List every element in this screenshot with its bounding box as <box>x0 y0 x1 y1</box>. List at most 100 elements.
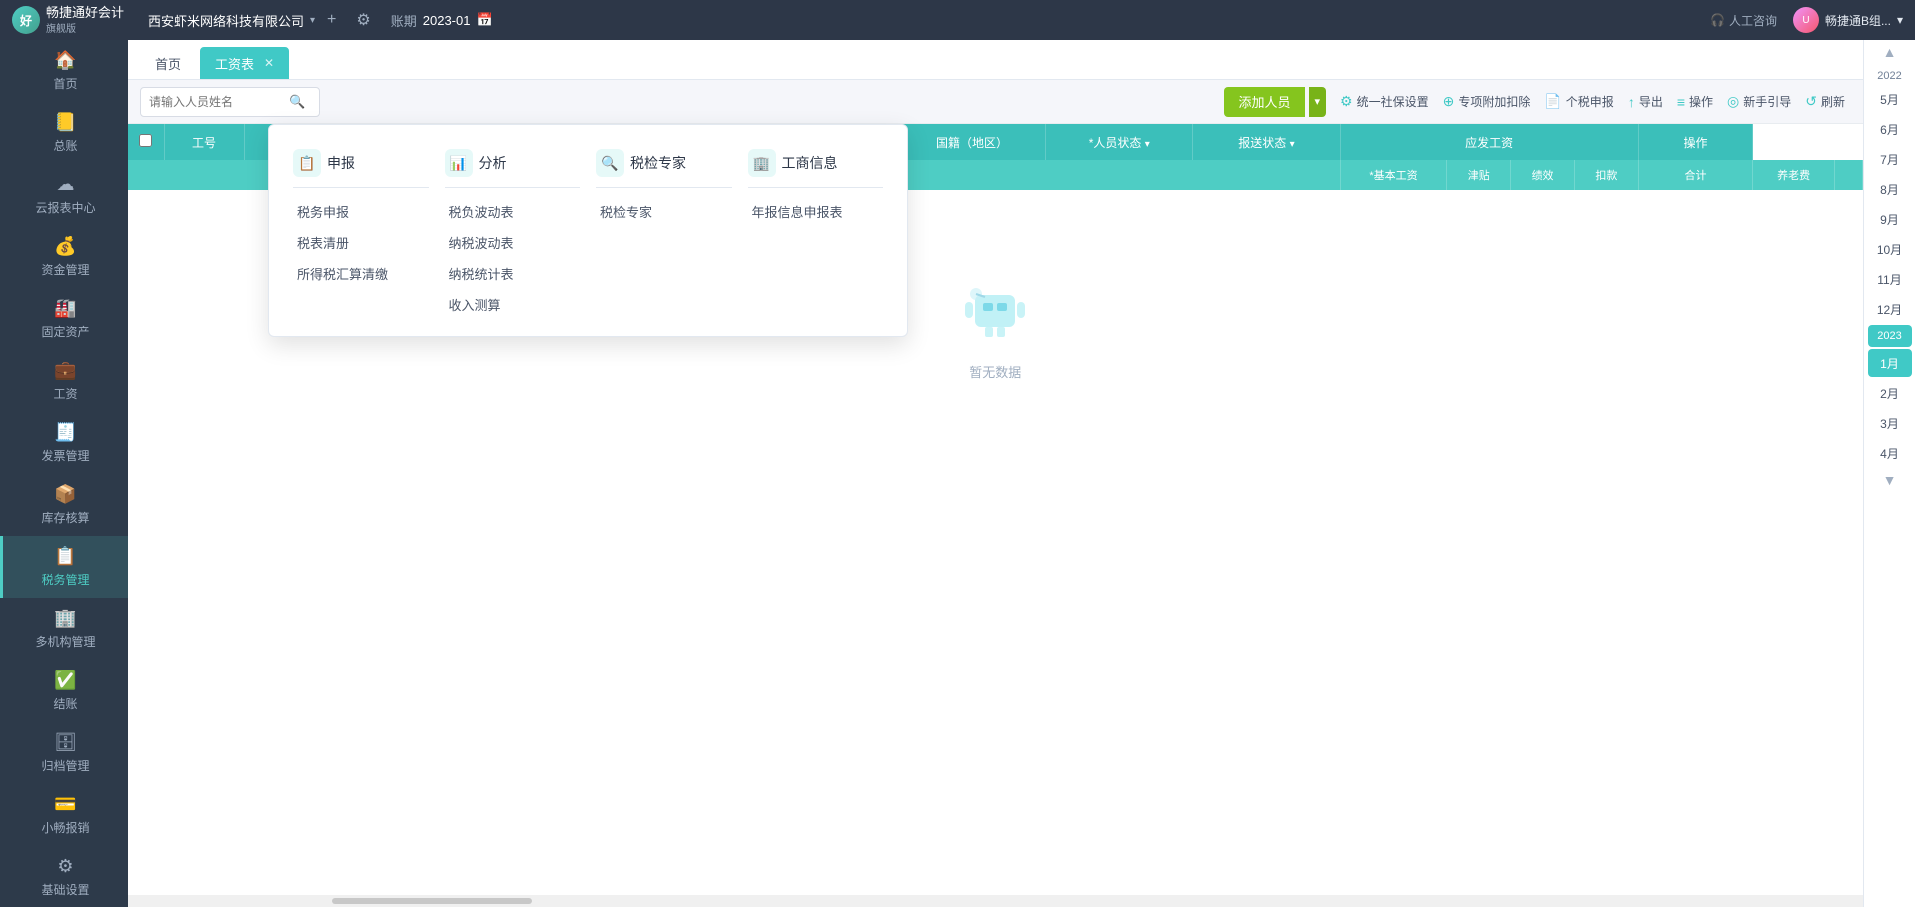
right-panel-month-2023-1[interactable]: 1月 <box>1868 349 1912 377</box>
dropdown-item-tax-form[interactable]: 税表清册 <box>293 227 429 258</box>
right-panel-prev[interactable]: ▲ <box>1868 40 1912 64</box>
right-panel-month-2023-3[interactable]: 3月 <box>1868 409 1912 437</box>
sidebar-item-cloud[interactable]: ☁云报表中心 <box>0 164 128 226</box>
tab-close-salary-table[interactable]: ✕ <box>264 56 274 70</box>
th-op-sub <box>1835 160 1863 190</box>
dropdown-item-income-tax-calc[interactable]: 所得税汇算清缴 <box>293 258 429 289</box>
sidebar-icon-checkout: ✅ <box>54 670 76 691</box>
toolbar-action-social-security[interactable]: ⚙统一社保设置 <box>1334 93 1435 110</box>
report-filter-icon[interactable]: ▾ <box>1290 139 1295 150</box>
right-panel-month-2022-7[interactable]: 7月 <box>1868 145 1912 173</box>
period-calendar-icon[interactable]: 📅 <box>476 12 492 28</box>
add-person-button[interactable]: 添加人员 <box>1224 87 1304 117</box>
company-name: 西安虾米网络科技有限公司 <box>148 11 304 30</box>
topbar-actions: + ⚙ <box>323 8 375 32</box>
sidebar-item-multi[interactable]: 🏢多机构管理 <box>0 598 128 660</box>
horizontal-scrollbar[interactable] <box>128 895 1863 907</box>
action-label-tax-return: 个税申报 <box>1566 93 1614 110</box>
right-panel-month-2022-11[interactable]: 11月 <box>1868 265 1912 293</box>
sidebar-item-tax[interactable]: 📋税务管理 <box>0 536 128 598</box>
right-panel-next[interactable]: ▼ <box>1868 468 1912 492</box>
sidebar-item-inventory[interactable]: 📦库存核算 <box>0 474 128 536</box>
right-panel-month-2022-6[interactable]: 6月 <box>1868 115 1912 143</box>
select-all-checkbox[interactable] <box>139 134 152 147</box>
sidebar-label-cloud: 云报表中心 <box>35 199 95 216</box>
user-info[interactable]: U 畅捷通B组... ▾ <box>1793 7 1903 33</box>
toolbar-action-refresh[interactable]: ↺刷新 <box>1799 93 1851 110</box>
user-avatar: U <box>1793 7 1819 33</box>
right-panel-month-2022-8[interactable]: 8月 <box>1868 175 1912 203</box>
sidebar-item-ledger[interactable]: 📒总账 <box>0 102 128 164</box>
toolbar-action-special-deduct[interactable]: ⊕专项附加扣除 <box>1437 93 1537 110</box>
dropdown-col-tax-expert: 🔍 税检专家 税检专家 <box>588 141 740 320</box>
sidebar-item-archive[interactable]: 🗄归档管理 <box>0 722 128 784</box>
dropdown-item-tax-payment[interactable]: 纳税波动表 <box>445 227 581 258</box>
th-total: 合计 <box>1638 160 1753 190</box>
search-input[interactable] <box>149 95 289 109</box>
period-label: 账期 <box>391 11 417 30</box>
toolbar-action-tax-return[interactable]: 📄个税申报 <box>1538 93 1619 110</box>
sidebar-item-salary[interactable]: 💼工资 <box>0 350 128 412</box>
status-filter-icon[interactable]: ▾ <box>1145 139 1150 150</box>
tab-home[interactable]: 首页 <box>140 47 196 79</box>
action-label-special-deduct: 专项附加扣除 <box>1458 93 1530 110</box>
toolbar-action-operations[interactable]: ≡操作 <box>1671 93 1719 110</box>
sidebar-icon-archive: 🗄 <box>54 732 77 753</box>
sidebar-item-invoice[interactable]: 🧾发票管理 <box>0 412 128 474</box>
sidebar-icon-home: 🏠 <box>54 50 76 71</box>
th-pension: 养老费 <box>1753 160 1835 190</box>
action-icon-export: ↑ <box>1628 94 1635 110</box>
dropdown-item-income-estimate[interactable]: 收入测算 <box>445 289 581 320</box>
logo-subtitle: 旗舰版 <box>46 20 124 35</box>
right-panel-month-2023-4[interactable]: 4月 <box>1868 439 1912 467</box>
right-panel-month-2022-12[interactable]: 12月 <box>1868 295 1912 323</box>
dropdown-grid: 📋 申报 税务申报税表清册所得税汇算清缴 📊 分析 税负波动表纳税波动表纳税统计… <box>285 141 891 320</box>
sidebar-item-settings[interactable]: ⚙基础设置 <box>0 846 128 907</box>
sidebar-item-xiaochang[interactable]: 💳小畅报销 <box>0 784 128 846</box>
dropdown-col-title-tax-expert: 税检专家 <box>630 153 686 173</box>
right-panel-month-2022-9[interactable]: 9月 <box>1868 205 1912 233</box>
th-report-status: 报送状态 ▾ <box>1193 124 1340 160</box>
sidebar-item-assets[interactable]: 🏭固定资产 <box>0 288 128 350</box>
scrollbar-thumb[interactable] <box>332 898 532 904</box>
dropdown-col-header-analysis: 📊 分析 <box>445 141 581 188</box>
dropdown-col-declaration: 📋 申报 税务申报税表清册所得税汇算清缴 <box>285 141 437 320</box>
toolbar-action-export[interactable]: ↑导出 <box>1622 93 1669 110</box>
th-salary-group: 应发工资 <box>1340 124 1638 160</box>
settings-button[interactable]: ⚙ <box>352 8 374 32</box>
right-panel-month-2023-2[interactable]: 2月 <box>1868 379 1912 407</box>
sidebar-icon-salary: 💼 <box>54 360 76 381</box>
th-checkbox[interactable] <box>128 124 164 160</box>
company-selector[interactable]: 西安虾米网络科技有限公司 ▾ <box>148 11 315 30</box>
logo-text-wrap: 畅捷通好会计 旗舰版 <box>46 5 124 36</box>
sidebar-icon-multi: 🏢 <box>54 608 76 629</box>
dropdown-item-tax-declaration[interactable]: 税务申报 <box>293 196 429 227</box>
service-icon: 🎧 <box>1710 13 1725 27</box>
tab-salary-table[interactable]: 工资表✕ <box>200 47 289 79</box>
service-button[interactable]: 🎧 人工咨询 <box>1710 12 1777 29</box>
sidebar-label-assets: 固定资产 <box>41 323 89 340</box>
search-input-wrap: 🔍 <box>140 87 320 117</box>
dropdown-col-icon-analysis: 📊 <box>445 149 473 177</box>
right-panel-month-2022-5[interactable]: 5月 <box>1868 85 1912 113</box>
right-panel-month-2022-10[interactable]: 10月 <box>1868 235 1912 263</box>
add-person-dropdown-button[interactable]: ▾ <box>1309 87 1327 117</box>
sidebar: 🏠首页📒总账☁云报表中心💰资金管理🏭固定资产💼工资🧾发票管理📦库存核算📋税务管理… <box>0 40 128 907</box>
sidebar-item-fund[interactable]: 💰资金管理 <box>0 226 128 288</box>
sidebar-label-checkout: 结账 <box>53 695 77 712</box>
sidebar-icon-fund: 💰 <box>54 236 76 257</box>
toolbar-action-guide[interactable]: ◎新手引导 <box>1721 93 1797 110</box>
th-deduct: 扣款 <box>1574 160 1638 190</box>
dropdown-col-icon-declaration: 📋 <box>293 149 321 177</box>
tab-bar: 首页工资表✕ <box>128 40 1863 80</box>
dropdown-item-tax-burden[interactable]: 税负波动表 <box>445 196 581 227</box>
topbar-right: 🎧 人工咨询 U 畅捷通B组... ▾ <box>1710 7 1903 33</box>
add-company-button[interactable]: + <box>323 9 340 31</box>
toolbar: 🔍 添加人员 ▾ ⚙统一社保设置⊕专项附加扣除📄个税申报↑导出≡操作◎新手引导↺… <box>128 80 1863 124</box>
sidebar-item-home[interactable]: 🏠首页 <box>0 40 128 102</box>
dropdown-item-tax-stats[interactable]: 纳税统计表 <box>445 258 581 289</box>
dropdown-item-annual-report[interactable]: 年报信息申报表 <box>748 196 884 227</box>
sidebar-item-checkout[interactable]: ✅ 结账 <box>0 660 128 722</box>
sidebar-icon-settings: ⚙ <box>57 856 73 877</box>
dropdown-item-tax-check[interactable]: 税检专家 <box>596 196 732 227</box>
